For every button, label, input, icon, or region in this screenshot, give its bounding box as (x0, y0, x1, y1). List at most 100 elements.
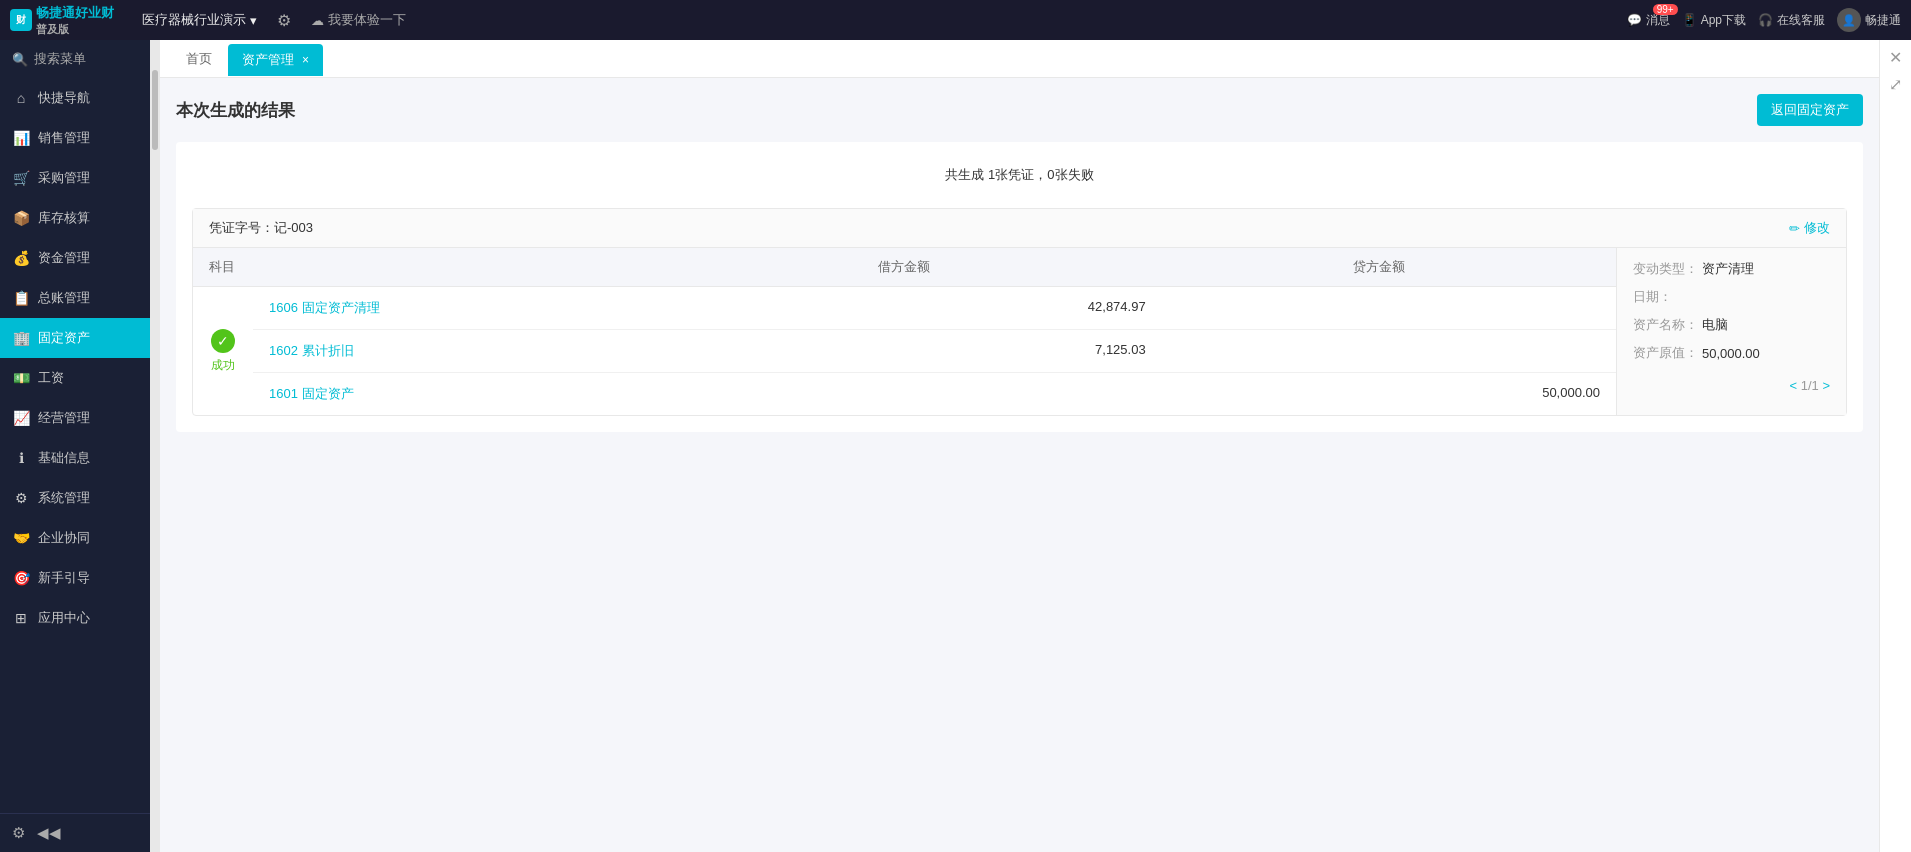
side-info-panel: 变动类型： 资产清理 日期： 资产名称： 电脑 (1616, 248, 1846, 415)
app-center-icon: ⊞ (12, 609, 30, 627)
app-download-btn[interactable]: 📱 App下载 (1682, 12, 1746, 29)
table-row: 1606 固定资产清理 42,874.97 (253, 287, 1616, 330)
asset-name-value: 电脑 (1702, 316, 1728, 334)
operations-icon: 📈 (12, 409, 30, 427)
home-icon: ⌂ (12, 89, 30, 107)
credit-cell-2 (1162, 330, 1616, 372)
table-row-group: ✓ 成功 1606 固定资产清理 42,874.97 (193, 287, 1616, 415)
sidebar-item-payroll[interactable]: 💵 工资 (0, 358, 150, 398)
settings-icon[interactable]: ⚙ (277, 11, 291, 30)
sidebar-item-app-center[interactable]: ⊞ 应用中心 (0, 598, 150, 638)
sidebar-item-label: 销售管理 (38, 129, 90, 147)
right-actions: ✕ ⤢ (1879, 40, 1911, 852)
page-header: 本次生成的结果 返回固定资产 (176, 94, 1863, 126)
experience-icon: ☁ (311, 13, 324, 28)
subject-cell-3[interactable]: 1601 固定资产 (253, 373, 707, 415)
sidebar-item-label: 总账管理 (38, 289, 90, 307)
user-menu[interactable]: 👤 畅捷通 (1837, 8, 1901, 32)
experience-btn[interactable]: ☁ 我要体验一下 (311, 11, 406, 29)
edit-btn[interactable]: ✏ 修改 (1789, 219, 1830, 237)
enterprise-icon: 🤝 (12, 529, 30, 547)
prev-page-btn[interactable]: < (1790, 378, 1798, 393)
sidebar-item-label: 新手引导 (38, 569, 90, 587)
company-selector[interactable]: 医疗器械行业演示 ▾ (142, 11, 257, 29)
page-title: 本次生成的结果 (176, 99, 295, 122)
sidebar-item-label: 企业协同 (38, 529, 90, 547)
status-col: ✓ 成功 (193, 287, 253, 415)
asset-name-row: 资产名称： 电脑 (1633, 316, 1830, 334)
messages-btn[interactable]: 💬 消息 99+ (1627, 12, 1670, 29)
app-name: 畅捷通好业财 (36, 4, 114, 22)
sidebar-item-label: 应用中心 (38, 609, 90, 627)
main-layout: 🔍 搜索菜单 ⌂ 快捷导航 📊 销售管理 🛒 采购管理 📦 库存核算 💰 (0, 40, 1911, 852)
sidebar-item-system[interactable]: ⚙ 系统管理 (0, 478, 150, 518)
system-icon: ⚙ (12, 489, 30, 507)
next-page-btn[interactable]: > (1822, 378, 1830, 393)
sidebar-item-funds[interactable]: 💰 资金管理 (0, 238, 150, 278)
settings-bottom-icon[interactable]: ⚙ (12, 824, 25, 842)
voucher-header: 凭证字号：记-003 ✏ 修改 (193, 209, 1846, 248)
app-logo: 财 畅捷通好业财 普及版 (10, 4, 114, 37)
pagination: < 1/1 > (1633, 378, 1830, 393)
debit-cell-3 (707, 373, 1161, 415)
result-panel: 共生成 1张凭证，0张失败 凭证字号：记-003 ✏ 修改 (176, 142, 1863, 432)
table-row: 1601 固定资产 50,000.00 (253, 373, 1616, 415)
expand-btn[interactable]: ⤢ (1889, 75, 1902, 94)
sidebar-item-label: 库存核算 (38, 209, 90, 227)
sidebar-item-guide[interactable]: 🎯 新手引导 (0, 558, 150, 598)
guide-icon: 🎯 (12, 569, 30, 587)
table-header: 科目 借方金额 贷方金额 (193, 248, 1616, 287)
voucher-table: 科目 借方金额 贷方金额 ✓ 成功 (193, 248, 1616, 415)
sidebar-item-quick-nav[interactable]: ⌂ 快捷导航 (0, 78, 150, 118)
sidebar-item-label: 基础信息 (38, 449, 90, 467)
sidebar-item-label: 工资 (38, 369, 64, 387)
original-value-label: 资产原值： (1633, 344, 1698, 362)
subject-cell-1[interactable]: 1606 固定资产清理 (253, 287, 707, 329)
sidebar-item-fixed-assets[interactable]: 🏢 固定资产 (0, 318, 150, 358)
sidebar-item-operations[interactable]: 📈 经营管理 (0, 398, 150, 438)
table-row: 1602 累计折旧 7,125.03 (253, 330, 1616, 373)
subject-cell-2[interactable]: 1602 累计折旧 (253, 330, 707, 372)
asset-name-label: 资产名称： (1633, 316, 1698, 334)
debit-cell-1: 42,874.97 (707, 287, 1161, 329)
logo-icon: 财 (10, 9, 32, 31)
collapse-icon[interactable]: ◀◀ (37, 824, 61, 842)
sidebar-item-label: 系统管理 (38, 489, 90, 507)
credit-cell-1 (1162, 287, 1616, 329)
original-value-value: 50,000.00 (1702, 346, 1760, 361)
sidebar-scrollbar[interactable] (150, 40, 160, 852)
sidebar-item-label: 固定资产 (38, 329, 90, 347)
return-btn[interactable]: 返回固定资产 (1757, 94, 1863, 126)
fixed-assets-icon: 🏢 (12, 329, 30, 347)
tab-active[interactable]: 资产管理 × (228, 44, 323, 76)
sidebar-item-enterprise[interactable]: 🤝 企业协同 (0, 518, 150, 558)
header-debit: 借方金额 (667, 248, 1141, 286)
sidebar-item-inventory[interactable]: 📦 库存核算 (0, 198, 150, 238)
result-summary: 共生成 1张凭证，0张失败 (192, 158, 1847, 192)
sidebar-item-sales[interactable]: 📊 销售管理 (0, 118, 150, 158)
voucher-card: 凭证字号：记-003 ✏ 修改 (192, 208, 1847, 416)
search-label: 搜索菜单 (34, 50, 86, 68)
online-service-label: 在线客服 (1777, 12, 1825, 29)
download-icon: 📱 (1682, 13, 1697, 27)
service-icon: 🎧 (1758, 13, 1773, 27)
tab-active-label: 资产管理 (242, 51, 294, 69)
messages-badge: 99+ (1653, 4, 1678, 15)
edit-label: 修改 (1804, 219, 1830, 237)
original-value-row: 资产原值： 50,000.00 (1633, 344, 1830, 362)
close-panel-btn[interactable]: ✕ (1889, 48, 1902, 67)
sidebar-item-ledger[interactable]: 📋 总账管理 (0, 278, 150, 318)
user-name: 畅捷通 (1865, 12, 1901, 29)
sidebar-item-label: 采购管理 (38, 169, 90, 187)
tab-home[interactable]: 首页 (170, 40, 228, 78)
edit-icon: ✏ (1789, 221, 1800, 236)
tab-close-btn[interactable]: × (302, 53, 309, 67)
online-service-btn[interactable]: 🎧 在线客服 (1758, 12, 1825, 29)
sidebar-item-basic-info[interactable]: ℹ 基础信息 (0, 438, 150, 478)
sidebar-scroll-thumb (152, 70, 158, 150)
success-icon: ✓ (211, 329, 235, 353)
sidebar-item-purchase[interactable]: 🛒 采购管理 (0, 158, 150, 198)
change-type-row: 变动类型： 资产清理 (1633, 260, 1830, 278)
search-menu[interactable]: 🔍 搜索菜单 (0, 40, 150, 78)
company-name: 医疗器械行业演示 (142, 11, 246, 29)
